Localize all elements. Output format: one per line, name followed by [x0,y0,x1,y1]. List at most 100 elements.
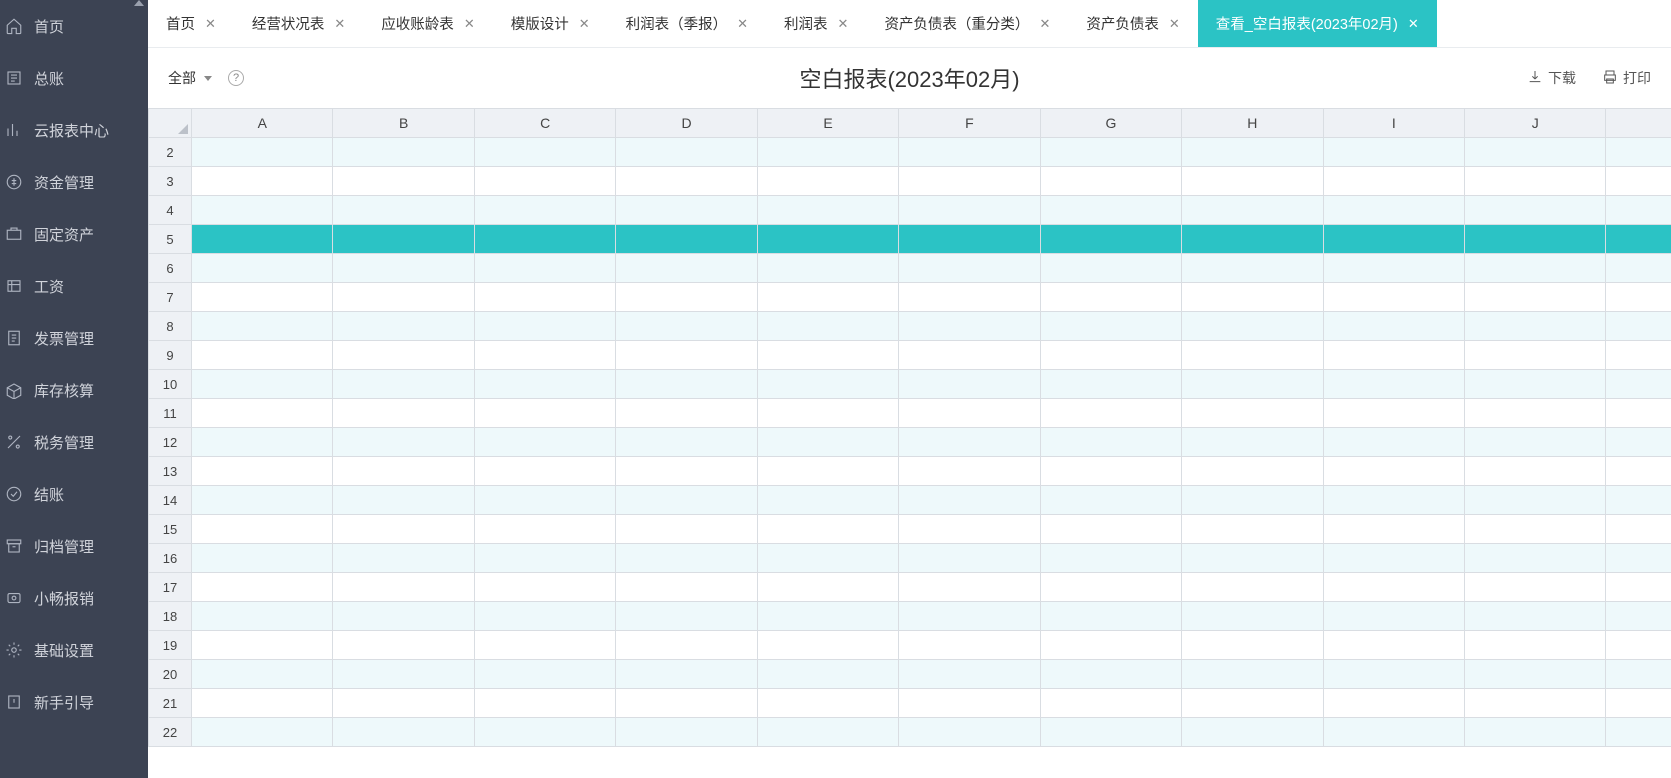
cell-K18[interactable] [1606,602,1671,631]
cell-B6[interactable] [333,254,474,283]
cell-D2[interactable] [616,138,757,167]
cell-K16[interactable] [1606,544,1671,573]
cell-B8[interactable] [333,312,474,341]
cell-D20[interactable] [616,660,757,689]
sidebar-item-1[interactable]: 总账 [0,52,148,104]
cell-D6[interactable] [616,254,757,283]
cell-C2[interactable] [474,138,615,167]
cell-C15[interactable] [474,515,615,544]
cell-J4[interactable] [1464,196,1605,225]
download-button[interactable]: 下载 [1527,68,1576,88]
cell-K4[interactable] [1606,196,1671,225]
cell-I13[interactable] [1323,457,1464,486]
close-icon[interactable]: ✕ [1169,16,1180,32]
cell-I9[interactable] [1323,341,1464,370]
cell-E8[interactable] [757,312,898,341]
cell-F7[interactable] [899,283,1040,312]
cell-D3[interactable] [616,167,757,196]
cell-A7[interactable] [192,283,333,312]
cell-K3[interactable] [1606,167,1671,196]
cell-E11[interactable] [757,399,898,428]
cell-B3[interactable] [333,167,474,196]
cell-C4[interactable] [474,196,615,225]
cell-G21[interactable] [1040,689,1181,718]
row-header-17[interactable]: 17 [149,573,192,602]
cell-H3[interactable] [1182,167,1323,196]
cell-K2[interactable] [1606,138,1671,167]
cell-H7[interactable] [1182,283,1323,312]
col-header-I[interactable]: I [1323,109,1464,138]
cell-I22[interactable] [1323,718,1464,747]
col-header-J[interactable]: J [1464,109,1605,138]
cell-G17[interactable] [1040,573,1181,602]
cell-G16[interactable] [1040,544,1181,573]
cell-I10[interactable] [1323,370,1464,399]
cell-F8[interactable] [899,312,1040,341]
cell-J7[interactable] [1464,283,1605,312]
cell-J16[interactable] [1464,544,1605,573]
cell-I3[interactable] [1323,167,1464,196]
cell-A16[interactable] [192,544,333,573]
sidebar-item-5[interactable]: 工资 [0,260,148,312]
cell-H4[interactable] [1182,196,1323,225]
cell-B5[interactable] [333,225,474,254]
row-header-19[interactable]: 19 [149,631,192,660]
sidebar-item-8[interactable]: 税务管理 [0,416,148,468]
cell-B18[interactable] [333,602,474,631]
cell-A19[interactable] [192,631,333,660]
cell-G22[interactable] [1040,718,1181,747]
col-header-H[interactable]: H [1182,109,1323,138]
cell-I16[interactable] [1323,544,1464,573]
cell-K14[interactable] [1606,486,1671,515]
cell-E14[interactable] [757,486,898,515]
sidebar-item-4[interactable]: 固定资产 [0,208,148,260]
cell-K21[interactable] [1606,689,1671,718]
cell-B17[interactable] [333,573,474,602]
close-icon[interactable]: ✕ [737,16,748,32]
cell-F4[interactable] [899,196,1040,225]
sidebar-item-12[interactable]: 基础设置 [0,624,148,676]
cell-B11[interactable] [333,399,474,428]
cell-B10[interactable] [333,370,474,399]
close-icon[interactable]: ✕ [579,16,590,32]
cell-A14[interactable] [192,486,333,515]
row-header-3[interactable]: 3 [149,167,192,196]
cell-K19[interactable] [1606,631,1671,660]
cell-C17[interactable] [474,573,615,602]
cell-K6[interactable] [1606,254,1671,283]
cell-J14[interactable] [1464,486,1605,515]
cell-H18[interactable] [1182,602,1323,631]
cell-A3[interactable] [192,167,333,196]
cell-A15[interactable] [192,515,333,544]
cell-D14[interactable] [616,486,757,515]
cell-G18[interactable] [1040,602,1181,631]
cell-F13[interactable] [899,457,1040,486]
cell-K13[interactable] [1606,457,1671,486]
cell-G20[interactable] [1040,660,1181,689]
cell-I17[interactable] [1323,573,1464,602]
cell-B12[interactable] [333,428,474,457]
cell-E18[interactable] [757,602,898,631]
cell-G3[interactable] [1040,167,1181,196]
cell-C8[interactable] [474,312,615,341]
row-header-14[interactable]: 14 [149,486,192,515]
close-icon[interactable]: ✕ [838,16,849,32]
cell-E21[interactable] [757,689,898,718]
cell-D9[interactable] [616,341,757,370]
cell-J13[interactable] [1464,457,1605,486]
sidebar-item-13[interactable]: 新手引导 [0,676,148,728]
cell-F20[interactable] [899,660,1040,689]
cell-E20[interactable] [757,660,898,689]
cell-J2[interactable] [1464,138,1605,167]
close-icon[interactable]: ✕ [1408,16,1419,32]
select-all-corner[interactable] [149,109,192,138]
cell-H13[interactable] [1182,457,1323,486]
cell-K9[interactable] [1606,341,1671,370]
cell-J21[interactable] [1464,689,1605,718]
cell-J19[interactable] [1464,631,1605,660]
cell-F10[interactable] [899,370,1040,399]
cell-A18[interactable] [192,602,333,631]
col-header-D[interactable]: D [616,109,757,138]
row-header-18[interactable]: 18 [149,602,192,631]
cell-C14[interactable] [474,486,615,515]
